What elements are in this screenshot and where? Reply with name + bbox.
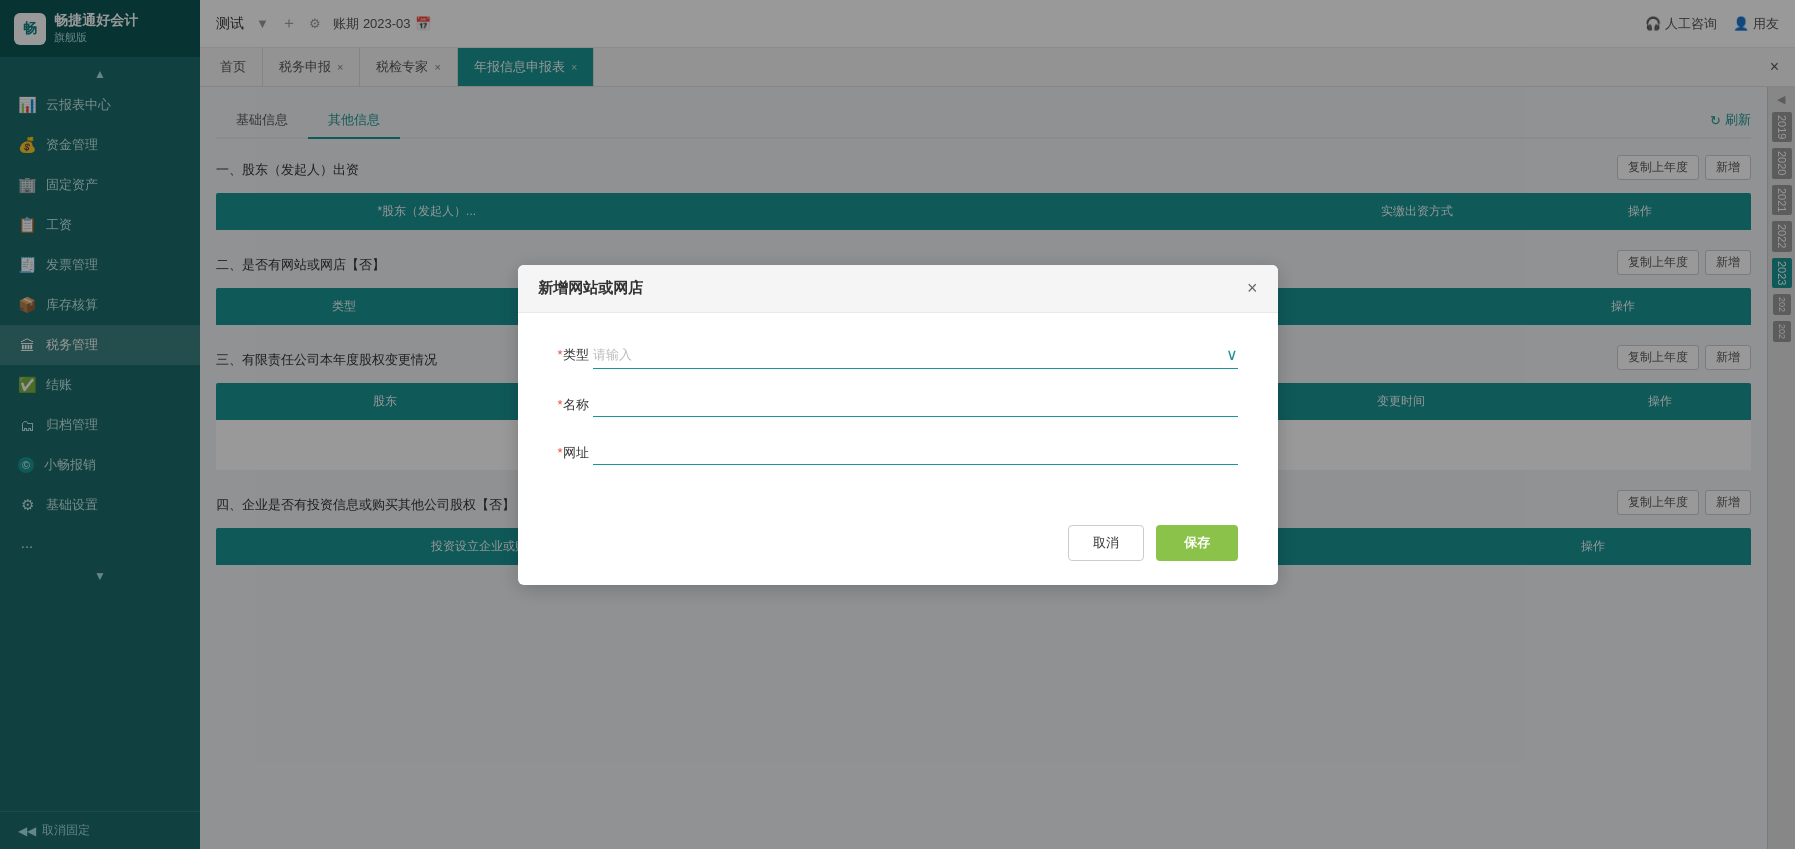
save-button[interactable]: 保存 bbox=[1156, 525, 1238, 561]
type-input-wrap: ∨ bbox=[593, 341, 1238, 369]
name-input-wrap bbox=[593, 393, 1238, 417]
name-label: *名称 bbox=[558, 396, 589, 414]
url-label: *网址 bbox=[558, 444, 589, 462]
required-marker-name: * bbox=[558, 397, 563, 412]
dialog-close-button[interactable]: × bbox=[1247, 279, 1258, 297]
dialog-title: 新增网站或网店 bbox=[538, 279, 643, 298]
form-field-type: *类型 ∨ bbox=[558, 341, 1238, 369]
add-website-dialog: 新增网站或网店 × *类型 ∨ *名称 bbox=[518, 265, 1278, 585]
required-marker: * bbox=[558, 347, 563, 362]
dialog-header: 新增网站或网店 × bbox=[518, 265, 1278, 313]
form-field-url: *网址 bbox=[558, 441, 1238, 465]
type-dropdown-icon[interactable]: ∨ bbox=[1226, 345, 1238, 364]
type-label: *类型 bbox=[558, 346, 589, 364]
form-field-name: *名称 bbox=[558, 393, 1238, 417]
cancel-button[interactable]: 取消 bbox=[1068, 525, 1144, 561]
type-input[interactable] bbox=[593, 347, 1226, 362]
required-marker-url: * bbox=[558, 445, 563, 460]
dialog-body: *类型 ∨ *名称 *网址 bbox=[518, 313, 1278, 509]
url-input[interactable] bbox=[593, 445, 1238, 460]
dialog-overlay[interactable]: 新增网站或网店 × *类型 ∨ *名称 bbox=[0, 0, 1795, 849]
url-input-wrap bbox=[593, 441, 1238, 465]
name-input[interactable] bbox=[593, 397, 1238, 412]
dialog-footer: 取消 保存 bbox=[518, 509, 1278, 585]
